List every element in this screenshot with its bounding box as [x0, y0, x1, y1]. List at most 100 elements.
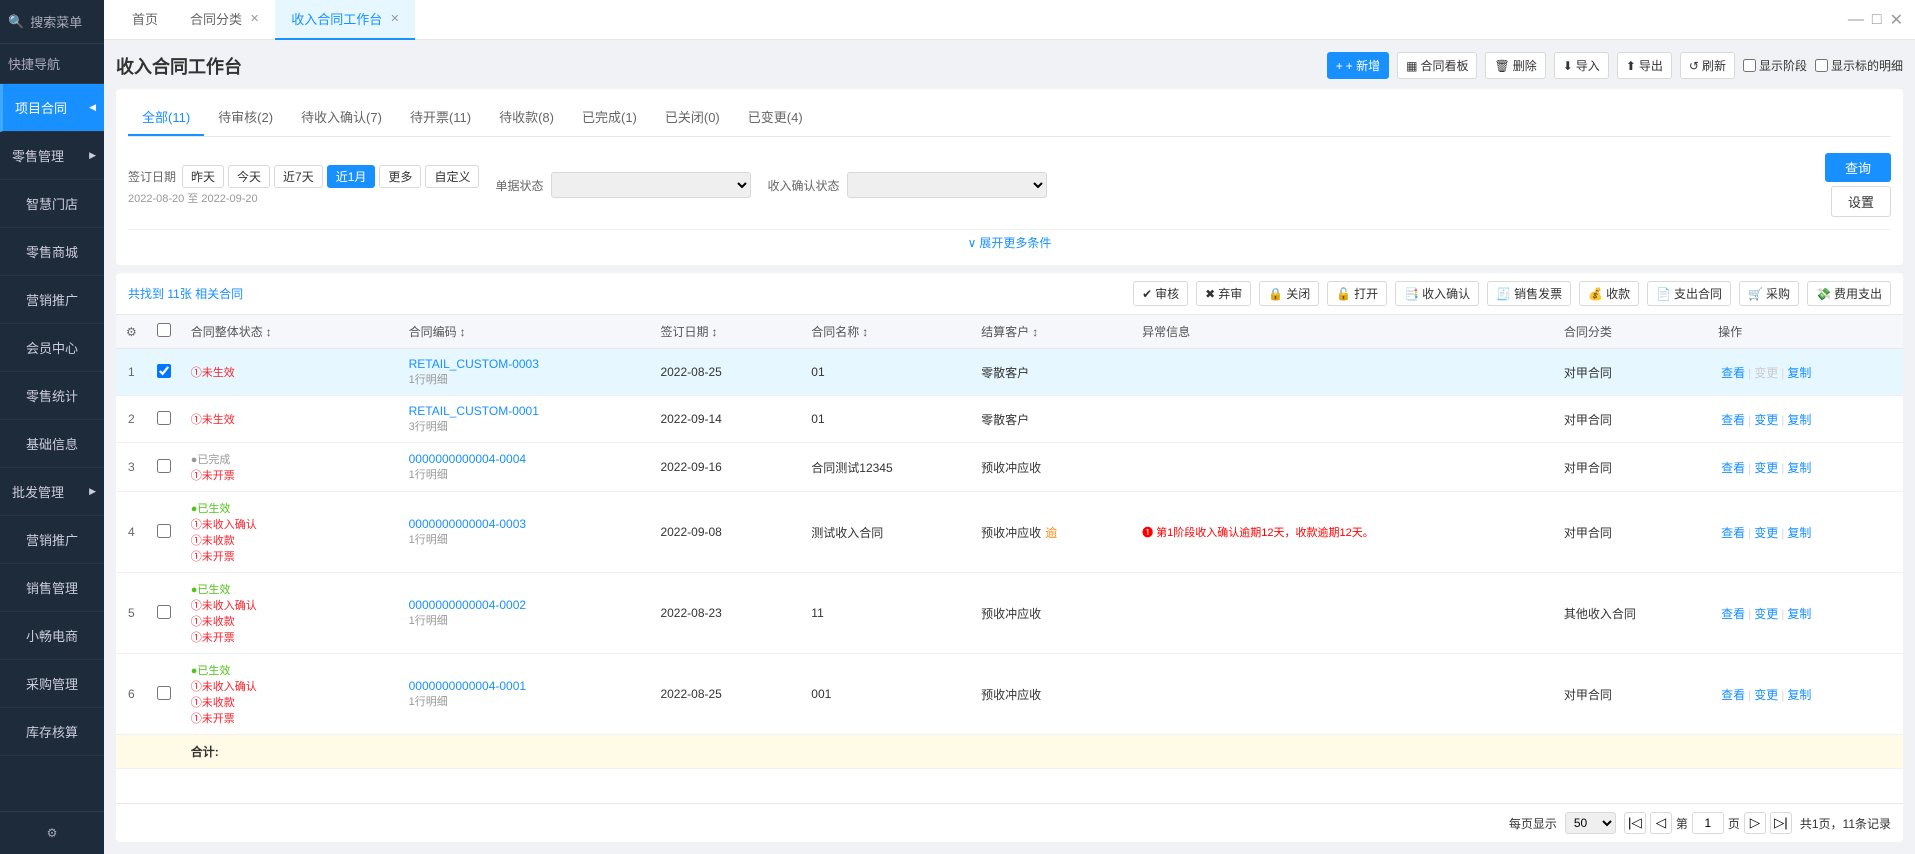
- tab-contract-category[interactable]: 合同分类 ✕: [174, 0, 275, 40]
- sidebar-item-project[interactable]: 项目合同◀: [0, 84, 104, 132]
- sidebar-item-marketing2[interactable]: 营销推广: [0, 516, 104, 564]
- sidebar-item-member[interactable]: 会员中心: [0, 324, 104, 372]
- row-checkbox[interactable]: [157, 686, 171, 700]
- op-btn-变更[interactable]: 变更: [1751, 607, 1781, 621]
- status-tab-completed[interactable]: 已完成(1): [568, 99, 651, 136]
- select-all-checkbox[interactable]: [157, 323, 171, 337]
- show-stage-checkbox[interactable]: [1743, 59, 1756, 72]
- sidebar-item-retail_stats[interactable]: 零售统计: [0, 372, 104, 420]
- contract-code-link[interactable]: RETAIL_CUSTOM-0001: [409, 404, 641, 418]
- op-btn-查看[interactable]: 查看: [1718, 607, 1748, 621]
- date-btn-custom[interactable]: 自定义: [425, 165, 479, 188]
- import-button[interactable]: ⬇ 导入: [1554, 52, 1609, 79]
- open-contract-button[interactable]: 🔓 打开: [1327, 281, 1387, 306]
- sidebar-item-smart_store[interactable]: 智慧门店: [0, 180, 104, 228]
- tab-income-workbench-close[interactable]: ✕: [390, 12, 399, 25]
- sidebar-item-retail[interactable]: 零售管理▶: [0, 132, 104, 180]
- doc-status-select[interactable]: [551, 172, 751, 198]
- page-last-btn[interactable]: ▷|: [1770, 812, 1792, 834]
- sort-contract-status[interactable]: 合同整体状态 ↕: [191, 323, 389, 340]
- window-maximize[interactable]: □: [1872, 11, 1882, 29]
- contract-code-link[interactable]: 0000000000004-0002: [409, 598, 641, 612]
- op-btn-复制[interactable]: 复制: [1784, 688, 1814, 702]
- row-checkbox[interactable]: [157, 459, 171, 473]
- contract-code-link[interactable]: RETAIL_CUSTOM-0003: [409, 357, 641, 371]
- sort-sign-date[interactable]: 签订日期 ↕: [660, 323, 791, 340]
- contract-code-link[interactable]: 0000000000004-0004: [409, 452, 641, 466]
- page-first-btn[interactable]: |◁: [1624, 812, 1646, 834]
- contract-code-link[interactable]: 0000000000004-0001: [409, 679, 641, 693]
- sales-invoice-button[interactable]: 🧾 销售发票: [1487, 281, 1571, 306]
- date-btn-more[interactable]: 更多: [379, 165, 421, 188]
- page-number-input[interactable]: [1692, 812, 1724, 834]
- sidebar-item-retail_mall[interactable]: 零售商城: [0, 228, 104, 276]
- date-btn-last1month[interactable]: 近1月: [327, 165, 376, 188]
- status-tab-pending_invoice[interactable]: 待开票(11): [396, 99, 485, 136]
- sidebar-item-xiaochange[interactable]: 小畅电商: [0, 612, 104, 660]
- page-prev-btn[interactable]: ◁: [1650, 812, 1672, 834]
- window-minimize[interactable]: —: [1848, 11, 1864, 29]
- tab-home[interactable]: 首页: [116, 0, 174, 40]
- status-tab-pending_income_confirm[interactable]: 待收入确认(7): [287, 99, 396, 136]
- op-btn-查看[interactable]: 查看: [1718, 526, 1748, 540]
- page-size-select[interactable]: 50 20 100: [1565, 812, 1616, 834]
- refresh-button[interactable]: ↺ 刷新: [1680, 52, 1735, 79]
- contract-board-button[interactable]: ▦ 合同看板: [1397, 52, 1477, 79]
- op-btn-变更[interactable]: 变更: [1751, 688, 1781, 702]
- export-button[interactable]: ⬆ 导出: [1617, 52, 1672, 79]
- op-btn-复制[interactable]: 复制: [1784, 366, 1814, 380]
- abandon-button[interactable]: ✖ 弃审: [1196, 281, 1251, 306]
- date-btn-yesterday[interactable]: 昨天: [182, 165, 224, 188]
- row-checkbox[interactable]: [157, 364, 171, 378]
- row-checkbox[interactable]: [157, 411, 171, 425]
- sidebar-footer-settings[interactable]: ⚙: [0, 811, 104, 854]
- th-gear[interactable]: ⚙: [116, 315, 147, 349]
- close-contract-button[interactable]: 🔒 关闭: [1259, 281, 1319, 306]
- status-tab-pending_receipt[interactable]: 待收款(8): [485, 99, 568, 136]
- out-contract-button[interactable]: 📄 支出合同: [1647, 281, 1731, 306]
- op-btn-复制[interactable]: 复制: [1784, 413, 1814, 427]
- show-detail-checkbox[interactable]: [1815, 59, 1828, 72]
- sidebar-search[interactable]: 🔍 搜索菜单: [0, 0, 104, 44]
- op-btn-复制[interactable]: 复制: [1784, 461, 1814, 475]
- tab-contract-category-close[interactable]: ✕: [250, 12, 259, 25]
- expand-more-btn[interactable]: ∨ 展开更多条件: [968, 234, 1052, 251]
- op-btn-变更[interactable]: 变更: [1751, 526, 1781, 540]
- sort-contract-name[interactable]: 合同名称 ↕: [811, 323, 961, 340]
- window-close[interactable]: ✕: [1890, 10, 1903, 30]
- setting-button[interactable]: 设置: [1831, 186, 1891, 217]
- status-tab-changed[interactable]: 已变更(4): [734, 99, 817, 136]
- sidebar-item-purchase[interactable]: 采购管理: [0, 660, 104, 708]
- op-btn-查看[interactable]: 查看: [1718, 366, 1748, 380]
- query-button[interactable]: 查询: [1825, 153, 1891, 182]
- date-btn-last7[interactable]: 近7天: [274, 165, 323, 188]
- op-btn-变更[interactable]: 变更: [1751, 413, 1781, 427]
- op-btn-变更[interactable]: 变更: [1751, 461, 1781, 475]
- row-checkbox[interactable]: [157, 524, 171, 538]
- sidebar-item-sales_mgmt[interactable]: 销售管理: [0, 564, 104, 612]
- sidebar-item-inventory[interactable]: 库存核算: [0, 708, 104, 756]
- op-btn-复制[interactable]: 复制: [1784, 607, 1814, 621]
- sort-settle-customer[interactable]: 结算客户 ↕: [981, 323, 1122, 340]
- status-tab-closed[interactable]: 已关闭(0): [651, 99, 734, 136]
- sidebar-nav[interactable]: 快捷导航: [0, 44, 104, 84]
- op-btn-查看[interactable]: 查看: [1718, 461, 1748, 475]
- audit-button[interactable]: ✔ 审核: [1133, 281, 1188, 306]
- op-btn-查看[interactable]: 查看: [1718, 688, 1748, 702]
- expense-button[interactable]: 💸 费用支出: [1807, 281, 1891, 306]
- delete-button[interactable]: 🗑 删除: [1485, 52, 1545, 79]
- sidebar-item-wholesale[interactable]: 批发管理▶: [0, 468, 104, 516]
- status-tab-all[interactable]: 全部(11): [128, 99, 204, 136]
- date-btn-today[interactable]: 今天: [228, 165, 270, 188]
- page-next-btn[interactable]: ▷: [1744, 812, 1766, 834]
- receipt-button[interactable]: 💰 收款: [1579, 281, 1639, 306]
- contract-code-link[interactable]: 0000000000004-0003: [409, 517, 641, 531]
- income-confirm-button[interactable]: 📑 收入确认: [1395, 281, 1479, 306]
- status-tab-pending_review[interactable]: 待审核(2): [204, 99, 287, 136]
- op-btn-查看[interactable]: 查看: [1718, 413, 1748, 427]
- add-button[interactable]: + + 新增: [1327, 52, 1389, 79]
- row-checkbox[interactable]: [157, 605, 171, 619]
- income-confirm-select[interactable]: [847, 172, 1047, 198]
- sort-contract-code[interactable]: 合同编码 ↕: [409, 323, 641, 340]
- op-btn-复制[interactable]: 复制: [1784, 526, 1814, 540]
